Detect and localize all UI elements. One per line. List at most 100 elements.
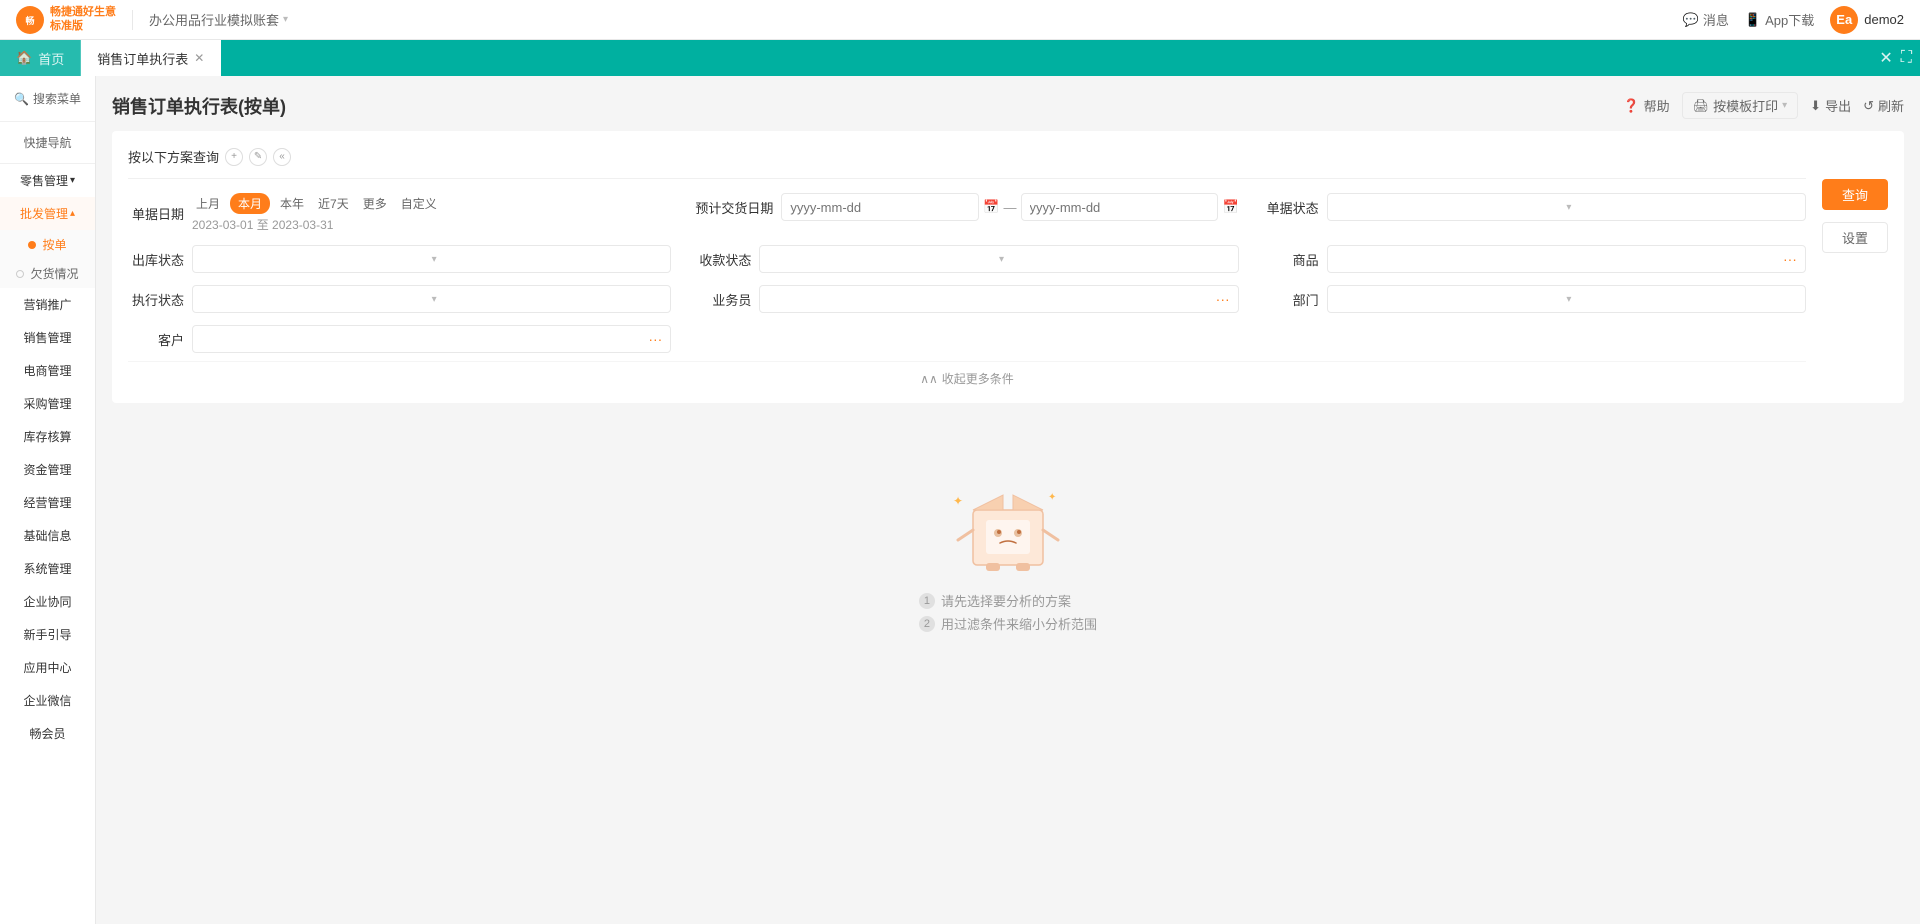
filter-row-1: 单据日期 上月 本月 本年 近7天 更多 自定义: [128, 193, 1806, 233]
customer-more-btn[interactable]: ···: [648, 331, 662, 347]
collect-status-row: 收款状态 ▾: [695, 245, 1238, 273]
sidebar-item-system[interactable]: 系统管理: [0, 552, 95, 585]
date-filter-col: 单据日期 上月 本月 本年 近7天 更多 自定义: [128, 193, 671, 233]
print-btn[interactable]: 🖨 按模板打印 ▾: [1682, 92, 1799, 119]
sidebar-item-wholesale[interactable]: 批发管理 ▴: [0, 197, 95, 230]
sidebar-item-basic[interactable]: 基础信息: [0, 519, 95, 552]
module-title[interactable]: 办公用品行业模拟账套 ▾: [149, 10, 288, 29]
collect-status-ctrl: ▾: [759, 245, 1238, 273]
order-status-col: 单据状态 ▾: [1263, 193, 1806, 221]
goods-label: 商品: [1263, 250, 1319, 269]
customer-row: 客户 ···: [128, 325, 671, 353]
expected-date-col: 预计交货日期 📅 — 📅: [695, 193, 1238, 221]
cal-icon-from: 📅: [983, 199, 999, 215]
expected-date-to[interactable]: [1021, 193, 1219, 221]
customer-input[interactable]: [201, 332, 648, 347]
query-button[interactable]: 查询: [1822, 179, 1888, 210]
sidebar-search-section: 🔍 搜索菜单: [0, 76, 95, 122]
settings-button[interactable]: 设置: [1822, 222, 1888, 253]
goods-more-btn[interactable]: ···: [1783, 251, 1797, 267]
collapse-scheme-btn[interactable]: «: [273, 148, 291, 166]
date-tab-custom[interactable]: 自定义: [397, 193, 441, 214]
sidebar-item-operation[interactable]: 经营管理: [0, 486, 95, 519]
tab-bar-right: ✕ ⛶: [1879, 48, 1920, 68]
sidebar-item-app-center[interactable]: 应用中心: [0, 651, 95, 684]
sidebar-item-debt[interactable]: 欠货情况: [0, 259, 95, 288]
goods-input[interactable]: [1336, 252, 1783, 267]
collect-status-select[interactable]: ▾: [759, 245, 1238, 273]
salesperson-more-btn[interactable]: ···: [1216, 291, 1230, 307]
close-window-icon[interactable]: ✕: [1879, 48, 1892, 68]
order-status-ctrl: ▾: [1327, 193, 1806, 221]
dept-select[interactable]: ▾: [1327, 285, 1806, 313]
sidebar-item-inventory[interactable]: 库存核算: [0, 420, 95, 453]
tab-home[interactable]: 🏠 首页: [0, 40, 81, 76]
export-btn[interactable]: ⬇ 导出: [1810, 96, 1851, 115]
date-tab-this-year[interactable]: 本年: [276, 193, 308, 214]
goods-col: 商品 ···: [1263, 245, 1806, 273]
svg-text:畅: 畅: [25, 15, 34, 26]
ship-status-select[interactable]: ▾: [192, 245, 671, 273]
sidebar-item-sales[interactable]: 销售管理: [0, 321, 95, 354]
quick-nav-btn[interactable]: 快捷导航: [0, 130, 95, 155]
add-scheme-btn[interactable]: +: [225, 148, 243, 166]
sidebar-item-press[interactable]: 按单: [0, 230, 95, 259]
exec-status-select[interactable]: ▾: [192, 285, 671, 313]
content-area: 销售订单执行表(按单) ❓ 帮助 🖨 按模板打印 ▾ ⬇ 导出 ↺ 刷新: [96, 76, 1920, 924]
sidebar-item-ecommerce[interactable]: 电商管理: [0, 354, 95, 387]
sidebar-item-retail[interactable]: 零售管理 ▾: [0, 164, 95, 197]
expected-date-from[interactable]: [781, 193, 979, 221]
date-tabs: 上月 本月 本年 近7天 更多 自定义: [192, 193, 671, 214]
edit-scheme-btn[interactable]: ✎: [249, 148, 267, 166]
date-label: 单据日期: [128, 204, 184, 223]
dept-select-arrow: ▾: [1566, 294, 1797, 305]
date-tabs-area: 上月 本月 本年 近7天 更多 自定义 2023-03-01 至 2023-03…: [192, 193, 671, 233]
sidebar-item-enterprise[interactable]: 企业协同: [0, 585, 95, 618]
date-tab-7days[interactable]: 近7天: [314, 193, 353, 214]
header-divider: [132, 10, 133, 30]
print-arrow-icon: ▾: [1782, 100, 1787, 111]
exec-status-col: 执行状态 ▾: [128, 285, 671, 313]
collect-status-col: 收款状态 ▾: [695, 245, 1238, 273]
expand-window-icon[interactable]: ⛶: [1901, 49, 1912, 67]
search-menu-btn[interactable]: 🔍 搜索菜单: [8, 84, 87, 113]
message-btn[interactable]: 💬 消息: [1683, 10, 1729, 29]
tab-sales-order[interactable]: 销售订单执行表 ✕: [81, 40, 221, 76]
ship-status-col: 出库状态 ▾: [128, 245, 671, 273]
expected-date-label: 预计交货日期: [695, 198, 773, 217]
sidebar-item-finance[interactable]: 资金管理: [0, 453, 95, 486]
order-status-select[interactable]: ▾: [1327, 193, 1806, 221]
help-btn[interactable]: ❓ 帮助: [1623, 96, 1669, 115]
collect-status-label: 收款状态: [695, 250, 751, 269]
goods-ctrl: ···: [1327, 245, 1806, 273]
main-layout: 🔍 搜索菜单 快捷导航 零售管理 ▾ 批发管理 ▴ 按单 欠货情况: [0, 76, 1920, 924]
expected-date-inputs: 📅 — 📅: [781, 193, 1238, 221]
sidebar-item-guide[interactable]: 新手引导: [0, 618, 95, 651]
status-select-arrow: ▾: [1566, 202, 1797, 213]
collapse-more-btn[interactable]: ∧∧ 收起更多条件: [920, 370, 1014, 387]
app-download-btn[interactable]: 📱 App下载: [1745, 10, 1814, 29]
sidebar-item-member[interactable]: 畅会员: [0, 717, 95, 750]
sidebar-item-wechat[interactable]: 企业微信: [0, 684, 95, 717]
app-icon: 📱: [1745, 12, 1761, 28]
user-area[interactable]: Ea demo2: [1830, 6, 1904, 34]
sidebar-item-marketing[interactable]: 营销推广: [0, 288, 95, 321]
date-tab-this-month[interactable]: 本月: [230, 193, 270, 214]
sidebar-item-purchase[interactable]: 采购管理: [0, 387, 95, 420]
collect-select-arrow: ▾: [999, 254, 1230, 265]
filter-right-panel: 查询 设置: [1806, 147, 1888, 253]
filter-row-4: 客户 ···: [128, 325, 1806, 353]
refresh-btn[interactable]: ↺ 刷新: [1863, 96, 1904, 115]
collapse-row: ∧∧ 收起更多条件: [128, 361, 1806, 387]
empty-illustration: ✦ ✦: [948, 475, 1068, 575]
date-tab-more[interactable]: 更多: [359, 193, 391, 214]
tab-close-icon[interactable]: ✕: [194, 52, 204, 64]
salesperson-input[interactable]: [768, 292, 1215, 307]
active-dot-icon: [28, 241, 36, 249]
ship-status-ctrl: ▾: [192, 245, 671, 273]
scheme-header: 按以下方案查询 + ✎ «: [128, 147, 1806, 179]
search-icon: 🔍: [14, 92, 29, 106]
collapse-up-icon: ∧∧: [920, 372, 938, 386]
date-tab-last-month[interactable]: 上月: [192, 193, 224, 214]
svg-text:✦: ✦: [953, 494, 963, 508]
